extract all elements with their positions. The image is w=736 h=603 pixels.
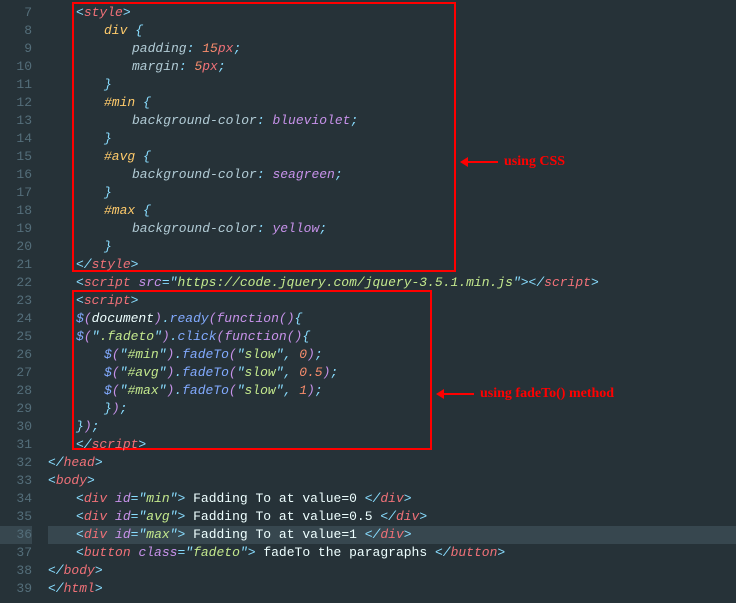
code-line[interactable]: $(".fadeto").click(function(){ — [48, 328, 736, 346]
code-line[interactable]: $(document).ready(function(){ — [48, 310, 736, 328]
code-line[interactable]: </script> — [48, 436, 736, 454]
code-line[interactable]: </body> — [48, 562, 736, 580]
code-line[interactable]: <div id="avg"> Fadding To at value=0.5 <… — [48, 508, 736, 526]
code-line[interactable]: <div id="min"> Fadding To at value=0 </d… — [48, 490, 736, 508]
code-line[interactable]: margin: 5px; — [48, 58, 736, 76]
line-number: 31 — [0, 436, 32, 454]
code-line[interactable]: <body> — [48, 472, 736, 490]
line-number: 11 — [0, 76, 32, 94]
code-line[interactable]: } — [48, 130, 736, 148]
code-line[interactable]: } — [48, 184, 736, 202]
line-number: 34 — [0, 490, 32, 508]
code-line[interactable]: background-color: seagreen; — [48, 166, 736, 184]
code-line[interactable]: } — [48, 76, 736, 94]
line-number: 14 — [0, 130, 32, 148]
line-number: 20 — [0, 238, 32, 256]
code-line[interactable]: div { — [48, 22, 736, 40]
line-number: 15 — [0, 148, 32, 166]
code-line[interactable]: $("#avg").fadeTo("slow", 0.5); — [48, 364, 736, 382]
line-number: 36 — [0, 526, 32, 544]
line-number: 37 — [0, 544, 32, 562]
line-number: 26 — [0, 346, 32, 364]
line-number: 33 — [0, 472, 32, 490]
line-number: 29 — [0, 400, 32, 418]
line-number: 13 — [0, 112, 32, 130]
code-area[interactable]: using CSS using fadeTo() method <style> … — [48, 0, 736, 603]
line-number: 21 — [0, 256, 32, 274]
line-number: 30 — [0, 418, 32, 436]
line-number: 9 — [0, 40, 32, 58]
line-number: 24 — [0, 310, 32, 328]
code-line[interactable]: background-color: yellow; — [48, 220, 736, 238]
code-line[interactable]: #avg { — [48, 148, 736, 166]
line-number: 10 — [0, 58, 32, 76]
line-number: 38 — [0, 562, 32, 580]
line-number-gutter: 7891011121314151617181920212223242526272… — [0, 0, 48, 603]
line-number: 19 — [0, 220, 32, 238]
code-line[interactable]: <script> — [48, 292, 736, 310]
code-line[interactable]: #max { — [48, 202, 736, 220]
code-line[interactable]: </style> — [48, 256, 736, 274]
line-number: 8 — [0, 22, 32, 40]
line-number: 22 — [0, 274, 32, 292]
line-number: 27 — [0, 364, 32, 382]
code-line-highlighted[interactable]: <div id="max"> Fadding To at value=1 </d… — [48, 526, 736, 544]
code-line[interactable]: <script src="https://code.jquery.com/jqu… — [48, 274, 736, 292]
code-editor: 7891011121314151617181920212223242526272… — [0, 0, 736, 603]
code-line[interactable]: <button class="fadeto"> fadeTo the parag… — [48, 544, 736, 562]
code-line[interactable]: padding: 15px; — [48, 40, 736, 58]
code-line[interactable]: }); — [48, 418, 736, 436]
code-line[interactable]: $("#max").fadeTo("slow", 1); — [48, 382, 736, 400]
line-number: 39 — [0, 580, 32, 598]
code-line[interactable]: background-color: blueviolet; — [48, 112, 736, 130]
code-line[interactable]: </head> — [48, 454, 736, 472]
code-line[interactable]: } — [48, 238, 736, 256]
line-number: 18 — [0, 202, 32, 220]
line-number: 25 — [0, 328, 32, 346]
line-number: 7 — [0, 4, 32, 22]
line-number: 17 — [0, 184, 32, 202]
line-number: 28 — [0, 382, 32, 400]
code-line[interactable]: $("#min").fadeTo("slow", 0); — [48, 346, 736, 364]
code-line[interactable]: <style> — [48, 4, 736, 22]
code-line[interactable]: </html> — [48, 580, 736, 598]
line-number: 23 — [0, 292, 32, 310]
line-number: 16 — [0, 166, 32, 184]
code-line[interactable]: }); — [48, 400, 736, 418]
line-number: 32 — [0, 454, 32, 472]
line-number: 12 — [0, 94, 32, 112]
line-number: 35 — [0, 508, 32, 526]
code-line[interactable]: #min { — [48, 94, 736, 112]
